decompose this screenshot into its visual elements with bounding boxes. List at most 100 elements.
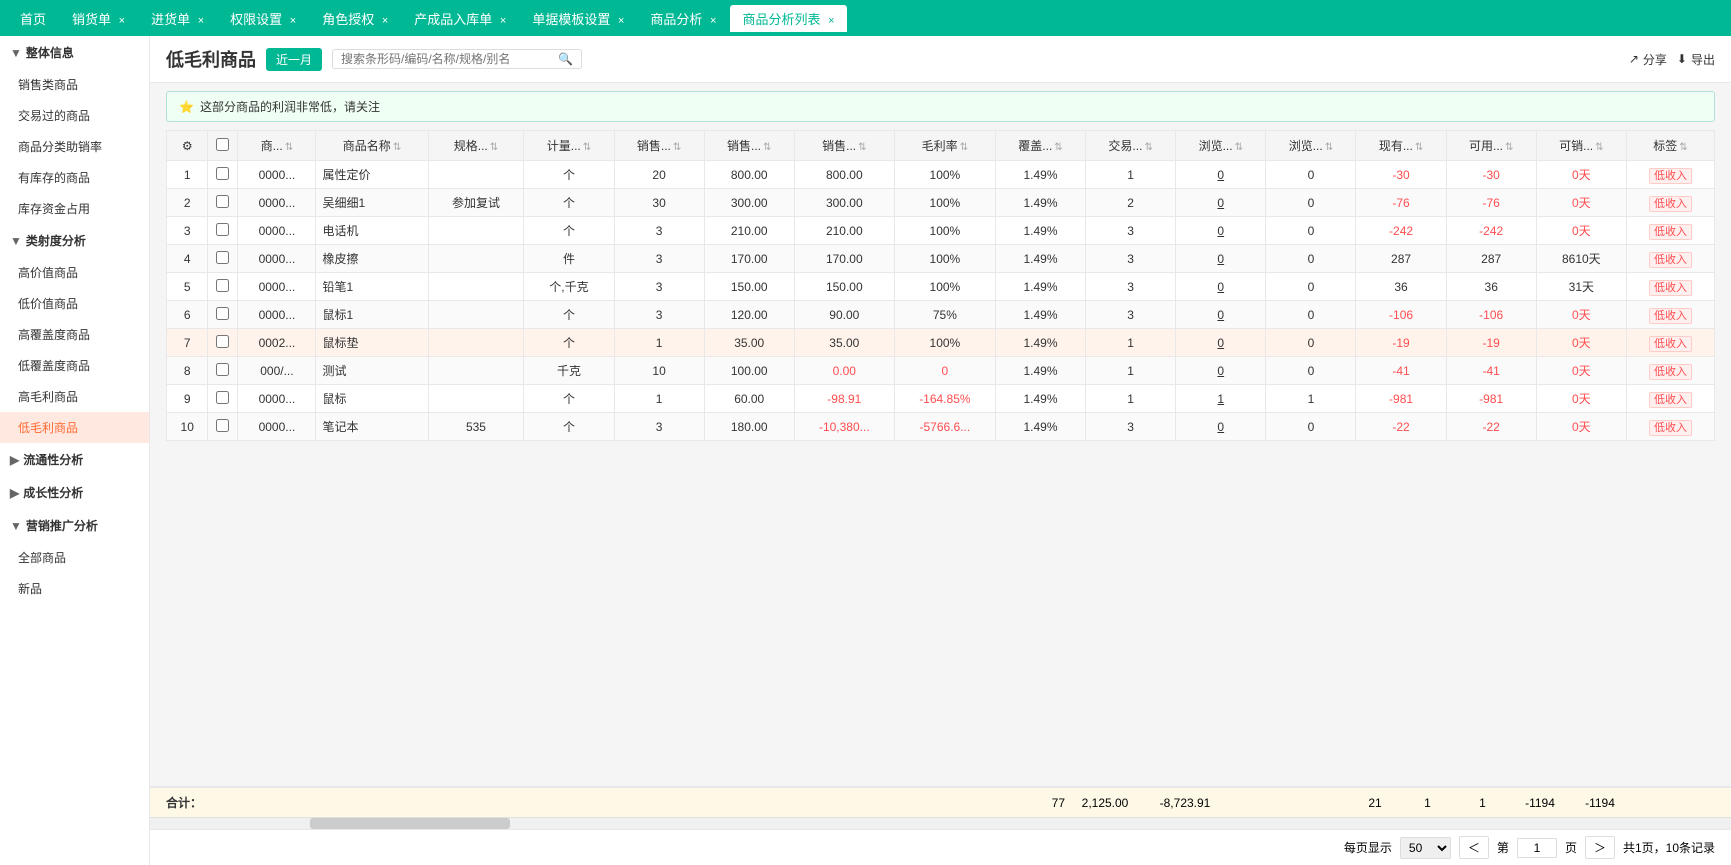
col-gross-rate[interactable]: 毛利率⇅ <box>894 131 995 161</box>
cell-available: -242 <box>1446 217 1536 245</box>
sidebar-item-sales-products[interactable]: 销售类商品 <box>0 69 149 100</box>
col-name[interactable]: 商品名称⇅ <box>316 131 428 161</box>
nav-analysis-list[interactable]: 商品分析列表 × <box>730 5 846 32</box>
cell-checkbox[interactable] <box>208 301 238 329</box>
sidebar-item-low-value[interactable]: 低价值商品 <box>0 288 149 319</box>
sidebar-item-in-stock[interactable]: 有库存的商品 <box>0 162 149 193</box>
cell-checkbox[interactable] <box>208 189 238 217</box>
col-coverage[interactable]: 覆盖...⇅ <box>995 131 1085 161</box>
sidebar-item-stock-capital[interactable]: 库存资金占用 <box>0 193 149 224</box>
sidebar-item-low-profit[interactable]: 低毛利商品 <box>0 412 149 443</box>
col-settings[interactable]: ⚙ <box>167 131 208 161</box>
cell-tag: 低收入 <box>1626 413 1714 441</box>
cell-checkbox[interactable] <box>208 329 238 357</box>
nav-product-in[interactable]: 产成品入库单 × <box>402 5 518 32</box>
cell-name: 橡皮擦 <box>316 245 428 273</box>
cell-num: 10 <box>167 413 208 441</box>
scrollbar-area[interactable] <box>150 817 1731 829</box>
nav-sales-close[interactable]: × <box>119 15 125 27</box>
page-unit: 页 <box>1565 839 1577 856</box>
col-view1[interactable]: 浏览...⇅ <box>1176 131 1266 161</box>
nav-purchase-close[interactable]: × <box>198 15 204 27</box>
col-unit[interactable]: 计量...⇅ <box>524 131 614 161</box>
cell-view1[interactable]: 0 <box>1176 189 1266 217</box>
nav-role-close[interactable]: × <box>382 15 388 27</box>
export-button[interactable]: ⬇ 导出 <box>1677 51 1715 68</box>
scrollbar-thumb[interactable] <box>310 818 510 829</box>
cell-checkbox[interactable] <box>208 273 238 301</box>
cell-checkbox[interactable] <box>208 245 238 273</box>
nav-home[interactable]: 首页 <box>8 5 58 32</box>
cell-sale-qty: 3 <box>614 217 704 245</box>
sidebar-item-high-coverage[interactable]: 高覆盖度商品 <box>0 319 149 350</box>
sidebar-item-all-products[interactable]: 全部商品 <box>0 542 149 573</box>
cell-sellable: 31天 <box>1536 273 1626 301</box>
cell-available: -30 <box>1446 161 1536 189</box>
period-button[interactable]: 近一月 <box>266 48 322 71</box>
select-all-checkbox[interactable] <box>216 138 229 151</box>
sidebar-group-class-analysis[interactable]: ▼类射度分析 <box>0 224 149 257</box>
cell-tag: 低收入 <box>1626 217 1714 245</box>
share-button[interactable]: ↗ 分享 <box>1629 51 1667 68</box>
nav-product-in-close[interactable]: × <box>500 15 506 27</box>
sidebar-item-low-coverage[interactable]: 低覆盖度商品 <box>0 350 149 381</box>
tag-badge: 低收入 <box>1649 168 1692 184</box>
sidebar-group-marketing[interactable]: ▼营销推广分析 <box>0 509 149 542</box>
nav-analysis-close[interactable]: × <box>710 15 716 27</box>
cell-view1[interactable]: 0 <box>1176 413 1266 441</box>
cell-sale-profit: -10,380... <box>794 413 894 441</box>
sidebar-item-high-profit[interactable]: 高毛利商品 <box>0 381 149 412</box>
col-code[interactable]: 商...⇅ <box>238 131 316 161</box>
nav-template-close[interactable]: × <box>618 15 624 27</box>
col-sale-amount[interactable]: 销售...⇅ <box>704 131 794 161</box>
cell-checkbox[interactable] <box>208 161 238 189</box>
next-page-button[interactable]: ＞ <box>1585 836 1615 859</box>
cell-view1[interactable]: 0 <box>1176 217 1266 245</box>
sidebar-group-overview[interactable]: ▼整体信息 <box>0 36 149 69</box>
cell-available: -106 <box>1446 301 1536 329</box>
cell-view1[interactable]: 0 <box>1176 301 1266 329</box>
col-trade[interactable]: 交易...⇅ <box>1086 131 1176 161</box>
sidebar-group-flow[interactable]: ▶流通性分析 <box>0 443 149 476</box>
cell-view1[interactable]: 0 <box>1176 329 1266 357</box>
per-page-select[interactable]: 50 100 200 <box>1400 837 1451 859</box>
cell-view1[interactable]: 1 <box>1176 385 1266 413</box>
cell-checkbox[interactable] <box>208 357 238 385</box>
cell-view1[interactable]: 0 <box>1176 273 1266 301</box>
nav-purchase[interactable]: 进货单 × <box>139 5 216 32</box>
nav-analysis[interactable]: 商品分析 × <box>638 5 728 32</box>
cell-view1[interactable]: 0 <box>1176 161 1266 189</box>
sidebar-item-traded[interactable]: 交易过的商品 <box>0 100 149 131</box>
nav-role[interactable]: 角色授权 × <box>310 5 400 32</box>
cell-checkbox[interactable] <box>208 217 238 245</box>
table-container[interactable]: ⚙ 商...⇅ 商品名称⇅ 规格...⇅ 计量...⇅ 销售...⇅ 销售...… <box>150 130 1731 786</box>
sidebar-group-growth[interactable]: ▶成长性分析 <box>0 476 149 509</box>
col-view2[interactable]: 浏览...⇅ <box>1266 131 1356 161</box>
cell-checkbox[interactable] <box>208 385 238 413</box>
share-icon: ↗ <box>1629 52 1639 66</box>
col-spec[interactable]: 规格...⇅ <box>428 131 524 161</box>
page-input[interactable] <box>1517 838 1557 858</box>
col-checkbox[interactable] <box>208 131 238 161</box>
col-sale-qty[interactable]: 销售...⇅ <box>614 131 704 161</box>
sidebar-item-high-value[interactable]: 高价值商品 <box>0 257 149 288</box>
cell-view1[interactable]: 0 <box>1176 357 1266 385</box>
cell-view1[interactable]: 0 <box>1176 245 1266 273</box>
search-input[interactable] <box>341 52 554 66</box>
nav-template[interactable]: 单据模板设置 × <box>520 5 636 32</box>
sidebar-item-new-products[interactable]: 新品 <box>0 573 149 604</box>
col-current[interactable]: 现有...⇅ <box>1356 131 1446 161</box>
cell-view2: 0 <box>1266 217 1356 245</box>
col-sellable[interactable]: 可销...⇅ <box>1536 131 1626 161</box>
col-sale-profit[interactable]: 销售...⇅ <box>794 131 894 161</box>
sidebar-item-category-rate[interactable]: 商品分类助销率 <box>0 131 149 162</box>
nav-permission-close[interactable]: × <box>290 15 296 27</box>
col-tag[interactable]: 标签⇅ <box>1626 131 1714 161</box>
nav-permission[interactable]: 权限设置 × <box>218 5 308 32</box>
nav-analysis-list-close[interactable]: × <box>828 15 834 27</box>
cell-trade: 1 <box>1086 385 1176 413</box>
cell-checkbox[interactable] <box>208 413 238 441</box>
prev-page-button[interactable]: ＜ <box>1459 836 1489 859</box>
nav-sales[interactable]: 销货单 × <box>60 5 137 32</box>
col-available[interactable]: 可用...⇅ <box>1446 131 1536 161</box>
